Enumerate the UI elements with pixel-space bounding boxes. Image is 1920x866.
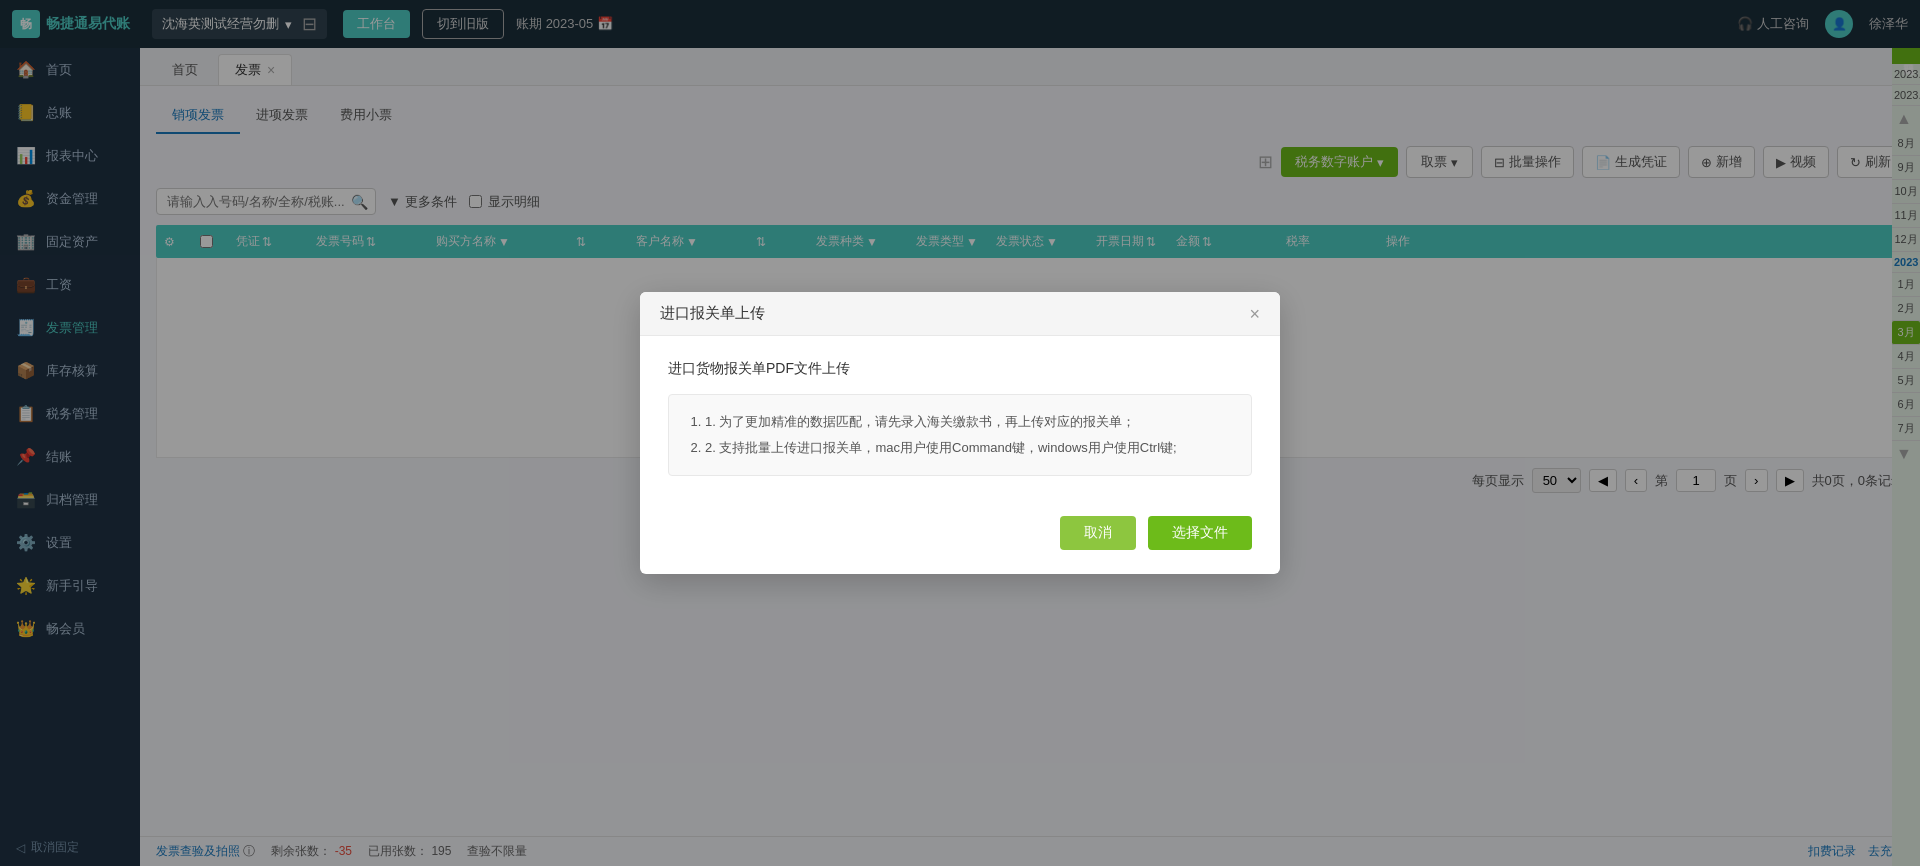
- modal-footer: 取消 选择文件: [640, 500, 1280, 574]
- modal-header: 进口报关单上传 ×: [640, 292, 1280, 336]
- modal-cancel-button[interactable]: 取消: [1060, 516, 1136, 550]
- modal-section-title: 进口货物报关单PDF文件上传: [668, 360, 1252, 378]
- modal-info-box: 1. 为了更加精准的数据匹配，请先录入海关缴款书，再上传对应的报关单； 2. 支…: [668, 394, 1252, 476]
- modal-info-item-2: 2. 支持批量上传进口报关单，mac用户使用Command键，windows用户…: [705, 435, 1233, 461]
- modal-close-button[interactable]: ×: [1249, 305, 1260, 323]
- modal-dialog: 进口报关单上传 × 进口货物报关单PDF文件上传 1. 为了更加精准的数据匹配，…: [640, 292, 1280, 574]
- modal-title: 进口报关单上传: [660, 304, 765, 323]
- modal-info-item-1: 1. 为了更加精准的数据匹配，请先录入海关缴款书，再上传对应的报关单；: [705, 409, 1233, 435]
- modal-select-file-button[interactable]: 选择文件: [1148, 516, 1252, 550]
- modal-overlay[interactable]: 进口报关单上传 × 进口货物报关单PDF文件上传 1. 为了更加精准的数据匹配，…: [0, 0, 1920, 866]
- modal-body: 进口货物报关单PDF文件上传 1. 为了更加精准的数据匹配，请先录入海关缴款书，…: [640, 336, 1280, 500]
